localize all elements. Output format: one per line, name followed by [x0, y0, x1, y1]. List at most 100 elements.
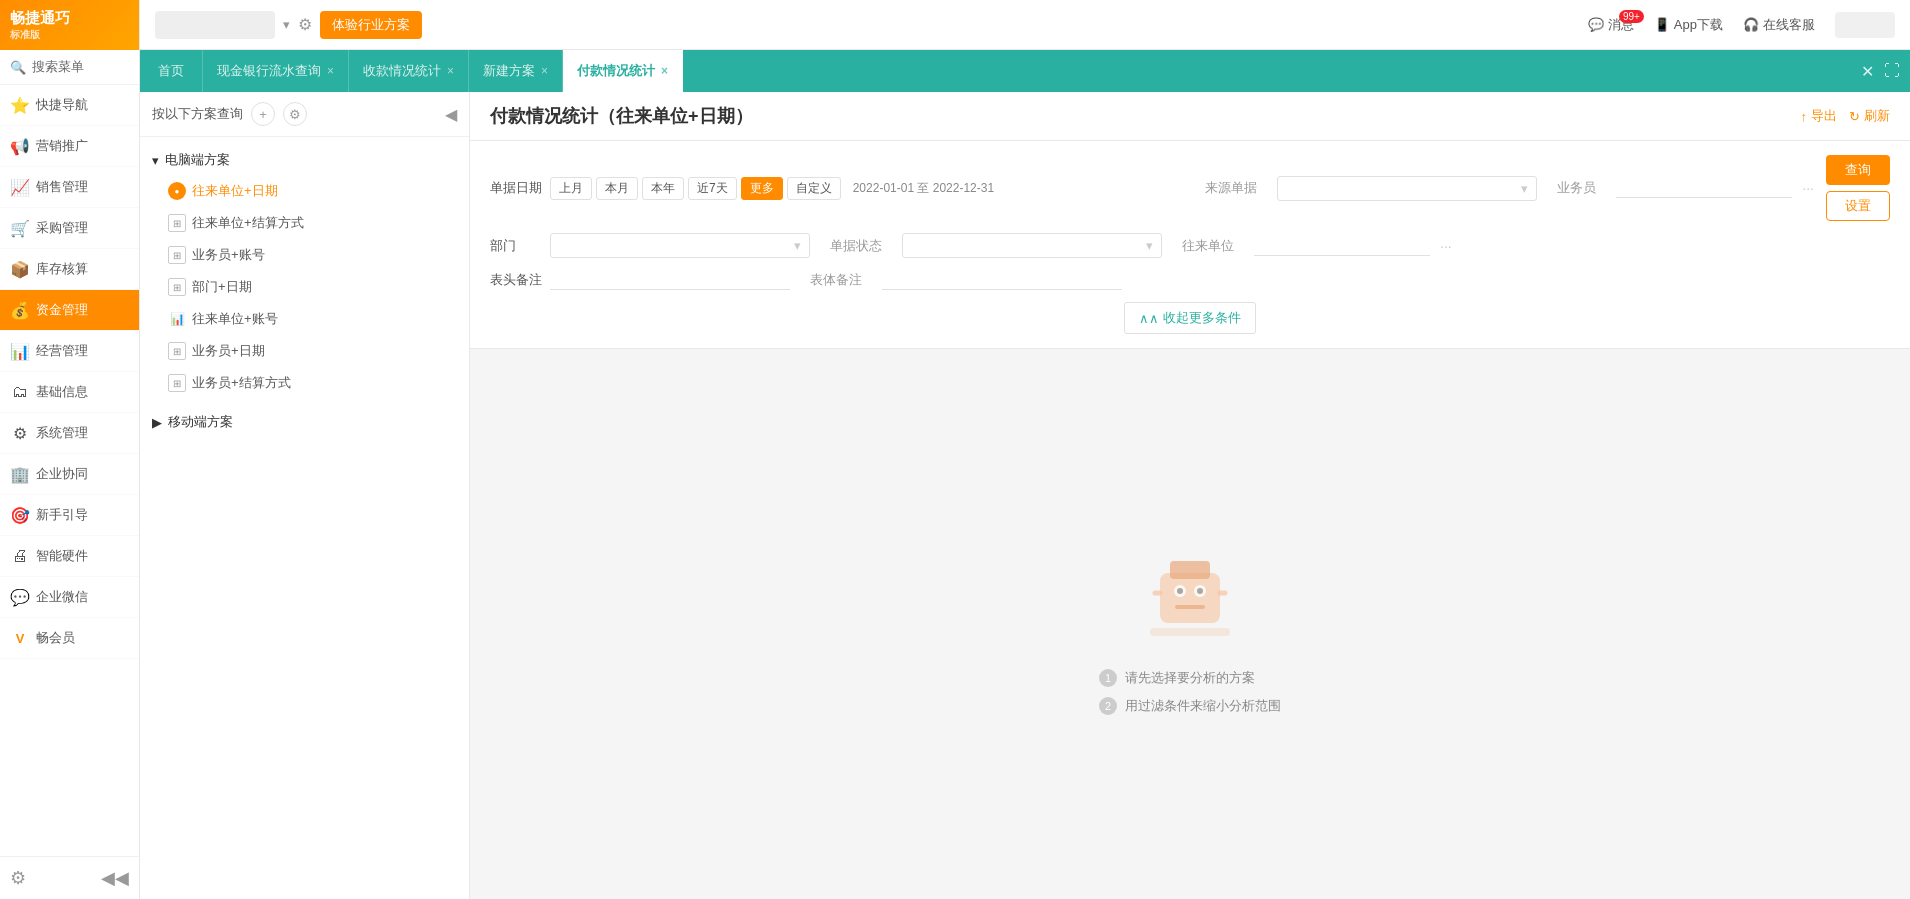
- scheme-item-salesman-settle[interactable]: ⊞ 业务员+结算方式: [140, 367, 469, 399]
- collapse-more-btn[interactable]: ∧∧ 收起更多条件: [1124, 302, 1256, 334]
- tab-home[interactable]: 首页: [140, 50, 203, 92]
- receipt-status-arrow-icon: ▾: [1146, 238, 1153, 253]
- sidebar-item-vip[interactable]: V 畅会员: [0, 618, 139, 659]
- topbar-gear-icon[interactable]: ⚙: [298, 15, 312, 34]
- empty-tip-1: 1 请先选择要分析的方案: [1099, 669, 1281, 687]
- dept-select[interactable]: ▾: [550, 233, 810, 258]
- empty-illustration: [1130, 533, 1250, 653]
- topbar-left: ▾ ⚙ 体验行业方案: [155, 11, 1588, 39]
- partner-dots-btn[interactable]: ···: [1440, 238, 1452, 254]
- empty-tip-2: 2 用过滤条件来缩小分析范围: [1099, 697, 1281, 715]
- tab-close-new-scheme[interactable]: ×: [541, 64, 548, 78]
- refresh-icon: ↻: [1849, 109, 1860, 124]
- tab-payments[interactable]: 付款情况统计 ×: [563, 50, 683, 92]
- svg-rect-0: [1160, 573, 1220, 623]
- purchase-icon: 🛒: [10, 218, 30, 238]
- sidebar-header: 畅捷通巧 标准版: [0, 0, 139, 50]
- sidebar-item-enterprise[interactable]: 🏢 企业协同: [0, 454, 139, 495]
- more-btn[interactable]: 更多: [741, 177, 783, 200]
- last-month-btn[interactable]: 上月: [550, 177, 592, 200]
- salesman-input[interactable]: [1616, 178, 1792, 198]
- scheme-item-partner-account[interactable]: 📊 往来单位+账号: [140, 303, 469, 335]
- sidebar-item-finance[interactable]: 💰 资金管理: [0, 290, 139, 331]
- this-month-btn[interactable]: 本月: [596, 177, 638, 200]
- filter-actions: 查询 设置: [1826, 155, 1890, 221]
- expand-btn[interactable]: ⛶: [1884, 62, 1900, 80]
- svg-rect-9: [1150, 628, 1230, 636]
- tab-new-scheme[interactable]: 新建方案 ×: [469, 50, 563, 92]
- close-all-tabs-btn[interactable]: ✕: [1861, 62, 1874, 81]
- last-7days-btn[interactable]: 近7天: [688, 177, 737, 200]
- export-icon: ↑: [1801, 109, 1808, 124]
- filter-row-1: 单据日期 上月 本月 本年 近7天 更多 自定义 2022-01-01 至 20…: [490, 155, 1890, 221]
- message-icon: 💬: [1588, 17, 1604, 32]
- tab-receipts[interactable]: 收款情况统计 ×: [349, 50, 469, 92]
- svg-rect-6: [1175, 605, 1205, 609]
- scheme-grid-icon4: ⊞: [168, 342, 186, 360]
- sidebar-item-quick-nav[interactable]: ⭐ 快捷导航: [0, 85, 139, 126]
- star-icon: ⭐: [10, 95, 30, 115]
- body-note-input[interactable]: [882, 270, 1122, 290]
- add-scheme-btn[interactable]: +: [251, 102, 275, 126]
- filter-row-3: 表头备注 表体备注: [490, 270, 1890, 290]
- desktop-group-header[interactable]: ▾ 电脑端方案: [140, 145, 469, 175]
- tab-cash-flow[interactable]: 现金银行流水查询 ×: [203, 50, 349, 92]
- custom-btn[interactable]: 自定义: [787, 177, 841, 200]
- tip-num-2: 2: [1099, 697, 1117, 715]
- search-icon: 🔍: [10, 60, 26, 75]
- trial-btn[interactable]: 体验行业方案: [320, 11, 422, 39]
- mobile-group-header[interactable]: ▶ 移动端方案: [140, 407, 469, 437]
- page-actions: ↑ 导出 ↻ 刷新: [1801, 107, 1891, 125]
- sidebar-item-system[interactable]: ⚙ 系统管理: [0, 413, 139, 454]
- sidebar-item-search[interactable]: 🔍 搜索菜单: [0, 50, 139, 85]
- sidebar-item-guide[interactable]: 🎯 新手引导: [0, 495, 139, 536]
- sidebar-footer: ⚙ ◀◀: [0, 856, 139, 899]
- sidebar-item-purchase[interactable]: 🛒 采购管理: [0, 208, 139, 249]
- filter-row-2: 部门 ▾ 单据状态 ▾ 往来单位 ···: [490, 233, 1890, 258]
- partner-input[interactable]: [1254, 236, 1430, 256]
- tab-close-cash-flow[interactable]: ×: [327, 64, 334, 78]
- tab-close-receipts[interactable]: ×: [447, 64, 454, 78]
- scheme-item-salesman-date[interactable]: ⊞ 业务员+日期: [140, 335, 469, 367]
- scheme-item-partner-date[interactable]: ● 往来单位+日期: [140, 175, 469, 207]
- sidebar-item-sales[interactable]: 📈 销售管理: [0, 167, 139, 208]
- dept-arrow-icon: ▾: [794, 238, 801, 253]
- page-header: 付款情况统计（往来单位+日期） ↑ 导出 ↻ 刷新: [470, 92, 1910, 141]
- salesman-dots-btn[interactable]: ···: [1802, 180, 1814, 196]
- sidebar-item-wechat[interactable]: 💬 企业微信: [0, 577, 139, 618]
- panel-collapse-btn[interactable]: ◀: [445, 105, 457, 124]
- scheme-item-salesman-account[interactable]: ⊞ 业务员+账号: [140, 239, 469, 271]
- operations-icon: 📊: [10, 341, 30, 361]
- vip-icon: V: [10, 628, 30, 648]
- source-label: 来源单据: [1205, 179, 1257, 197]
- online-service-btn[interactable]: 🎧 在线客服: [1743, 16, 1815, 34]
- company-dropdown-arrow[interactable]: ▾: [283, 17, 290, 32]
- sidebar-item-marketing[interactable]: 📢 营销推广: [0, 126, 139, 167]
- messages-btn[interactable]: 💬 消息 99+: [1588, 16, 1634, 34]
- scheme-grid-icon5: ⊞: [168, 374, 186, 392]
- tab-close-payments[interactable]: ×: [661, 64, 668, 78]
- sidebar-item-inventory[interactable]: 📦 库存核算: [0, 249, 139, 290]
- this-year-btn[interactable]: 本年: [642, 177, 684, 200]
- scheme-bar-icon: 📊: [168, 310, 186, 328]
- query-btn[interactable]: 查询: [1826, 155, 1890, 185]
- scheme-item-partner-settle[interactable]: ⊞ 往来单位+结算方式: [140, 207, 469, 239]
- sidebar-item-basic-info[interactable]: 🗂 基础信息: [0, 372, 139, 413]
- collapse-up-icon: ∧∧: [1139, 311, 1159, 326]
- export-btn[interactable]: ↑ 导出: [1801, 107, 1838, 125]
- collapse-sidebar-btn[interactable]: ◀◀: [101, 867, 129, 889]
- refresh-btn[interactable]: ↻ 刷新: [1849, 107, 1890, 125]
- receipt-status-select[interactable]: ▾: [902, 233, 1162, 258]
- scheme-item-dept-date[interactable]: ⊞ 部门+日期: [140, 271, 469, 303]
- tip-num-1: 1: [1099, 669, 1117, 687]
- settings-footer-btn[interactable]: ⚙: [10, 867, 26, 889]
- setting-btn[interactable]: 设置: [1826, 191, 1890, 221]
- user-avatar[interactable]: [1835, 12, 1895, 38]
- sidebar-item-operations[interactable]: 📊 经营管理: [0, 331, 139, 372]
- sidebar-item-hardware[interactable]: 🖨 智能硬件: [0, 536, 139, 577]
- source-select[interactable]: ▾: [1277, 176, 1537, 201]
- scheme-settings-btn[interactable]: ⚙: [283, 102, 307, 126]
- download-icon: 📱: [1654, 17, 1670, 32]
- header-note-input[interactable]: [550, 270, 790, 290]
- app-download-btn[interactable]: 📱 App下载: [1654, 16, 1723, 34]
